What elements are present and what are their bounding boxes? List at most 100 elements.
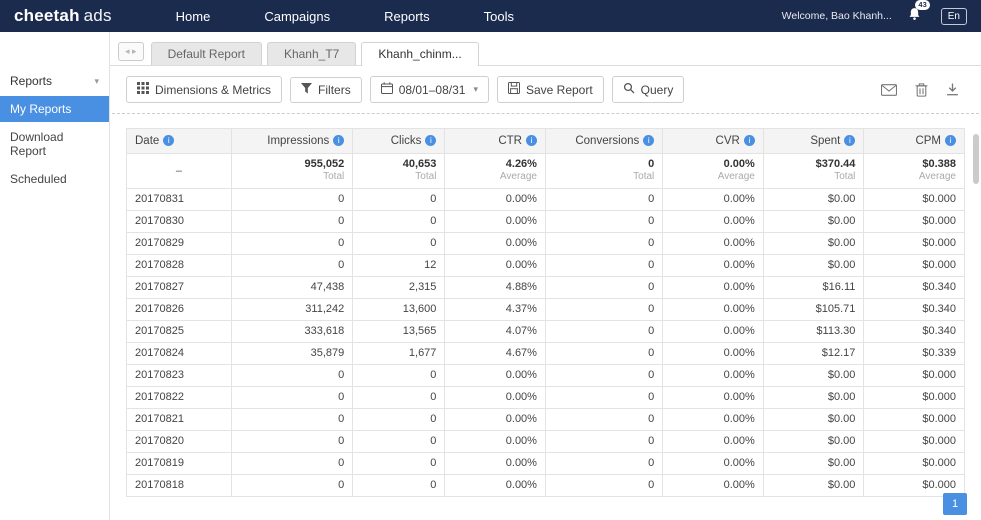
summary-cell: 40,653 Total	[352, 153, 446, 189]
query-button[interactable]: Query	[611, 76, 685, 103]
save-report-label: Save Report	[525, 82, 593, 97]
report-table: Date i Impressions i Clicks i CTR i Conversi…	[126, 128, 965, 497]
value-cell: 311,242	[230, 298, 354, 321]
summary-value: $370.44	[815, 158, 856, 170]
dimensions-metrics-button[interactable]: Dimensions & Metrics	[126, 76, 283, 103]
date-range-picker[interactable]: 08/01–08/31 ▾	[369, 76, 489, 103]
tab-default-report[interactable]: Default Report	[150, 42, 262, 65]
tab-scroll-arrows[interactable]: ◂ ▸	[118, 42, 144, 61]
value-cell: $105.71	[762, 298, 865, 321]
sidebar-item-my-reports[interactable]: My Reports	[0, 96, 109, 122]
column-header-cpm[interactable]: CPM i	[863, 128, 965, 154]
download-report-icon[interactable]	[946, 83, 959, 96]
column-header-conversions[interactable]: Conversions i	[544, 128, 664, 154]
value-cell: 4.88%	[444, 276, 546, 299]
summary-sublabel: Average	[499, 171, 537, 182]
vertical-scrollbar-thumb[interactable]	[973, 134, 979, 184]
info-icon[interactable]: i	[425, 135, 437, 146]
value-cell: 0.00%	[662, 276, 764, 299]
nav-item-tools[interactable]: Tools	[484, 9, 514, 24]
value-cell: $0.339	[863, 342, 965, 365]
value-cell: 4.67%	[444, 342, 546, 365]
value-cell: 0	[352, 210, 446, 233]
tab-khanh-t7[interactable]: Khanh_T7	[266, 42, 357, 65]
save-report-button[interactable]: Save Report	[496, 76, 604, 103]
summary-cell: 0 Total	[544, 153, 664, 189]
column-header-spent[interactable]: Spent i	[762, 128, 865, 154]
value-cell: 0.00%	[444, 188, 546, 211]
value-cell: 12	[352, 254, 446, 277]
pagination: 1	[943, 493, 967, 515]
column-label: CVR	[715, 135, 740, 147]
funnel-icon	[301, 82, 313, 97]
column-header-ctr[interactable]: CTR i	[444, 128, 546, 154]
value-cell: 0	[544, 386, 664, 409]
sidebar-section-reports[interactable]: Reports ▾	[0, 68, 109, 94]
table-row: 20170823 0 0 0.00% 0 0.00% $0.00 $0.000	[126, 364, 965, 387]
info-icon[interactable]: i	[525, 135, 537, 146]
chevron-down-icon: ▾	[94, 75, 99, 86]
language-switcher[interactable]: En	[940, 7, 967, 25]
summary-sublabel: Total	[415, 171, 437, 182]
value-cell: $0.00	[762, 188, 865, 211]
date-cell: 20170821	[126, 408, 232, 431]
info-icon[interactable]: i	[945, 135, 956, 146]
value-cell: $0.000	[863, 188, 965, 211]
value-cell: $12.17	[762, 342, 865, 365]
info-icon[interactable]: i	[163, 135, 175, 146]
nav-item-home[interactable]: Home	[176, 9, 211, 24]
info-icon[interactable]: i	[844, 135, 856, 146]
column-header-date[interactable]: Date i	[126, 128, 232, 154]
calendar-icon	[380, 82, 393, 97]
info-icon[interactable]: i	[643, 135, 655, 146]
info-icon[interactable]: i	[743, 135, 755, 146]
column-label: CPM	[915, 135, 941, 147]
value-cell: 13,565	[352, 320, 446, 343]
column-label: Spent	[810, 135, 841, 147]
value-cell: $0.340	[863, 276, 965, 299]
brand-logo[interactable]: cheetah ads	[14, 6, 112, 26]
value-cell: 0	[352, 408, 446, 431]
value-cell: 0	[230, 188, 354, 211]
value-cell: 0	[230, 430, 354, 453]
value-cell: 0.00%	[444, 210, 546, 233]
value-cell: 0	[230, 254, 354, 277]
summary-cell: $0.388 Average	[863, 153, 965, 189]
value-cell: 13,600	[352, 298, 446, 321]
navbar-right: Welcome, Bao Khanh... 43 En	[782, 0, 967, 26]
filters-label: Filters	[318, 82, 351, 97]
sidebar-item-scheduled[interactable]: Scheduled	[0, 166, 109, 192]
table-row: 20170827 47,438 2,315 4.88% 0 0.00% $16.11 $0.3…	[126, 276, 965, 299]
tab-khanh-chinm[interactable]: Khanh_chinm...	[361, 42, 479, 66]
column-header-cvr[interactable]: CVR i	[662, 128, 764, 154]
page-button-1[interactable]: 1	[943, 493, 967, 515]
notifications-bell[interactable]: 43	[908, 0, 930, 26]
column-label: Date	[135, 135, 160, 147]
nav-item-reports[interactable]: Reports	[384, 9, 430, 24]
info-icon[interactable]: i	[333, 135, 345, 146]
tab-scroll-left-icon[interactable]: ◂	[125, 46, 130, 56]
nav-item-campaigns[interactable]: Campaigns	[264, 9, 330, 24]
sidebar-item-download-report[interactable]: Download Report	[0, 124, 109, 164]
value-cell: 0	[352, 364, 446, 387]
filters-button[interactable]: Filters	[290, 76, 362, 103]
value-cell: 0	[544, 364, 664, 387]
sidebar: Reports ▾ My Reports Download Report Sch…	[0, 32, 110, 520]
column-header-impressions[interactable]: Impressions i	[230, 128, 354, 154]
value-cell: 0	[544, 210, 664, 233]
summary-value: 0	[648, 158, 655, 170]
value-cell: 0	[230, 474, 354, 497]
value-cell: 0	[544, 188, 664, 211]
email-report-icon[interactable]	[881, 83, 897, 96]
date-cell: 20170829	[126, 232, 232, 255]
tab-scroll-right-icon[interactable]: ▸	[132, 46, 137, 56]
save-icon	[507, 82, 520, 97]
user-menu[interactable]: Welcome, Bao Khanh...	[782, 10, 892, 22]
column-header-clicks[interactable]: Clicks i	[352, 128, 446, 154]
value-cell: 0.00%	[662, 364, 764, 387]
date-cell: 20170825	[126, 320, 232, 343]
table-row: 20170831 0 0 0.00% 0 0.00% $0.00 $0.000	[126, 188, 965, 211]
value-cell: 0	[230, 452, 354, 475]
search-icon	[623, 82, 635, 97]
delete-report-icon[interactable]	[915, 82, 928, 97]
